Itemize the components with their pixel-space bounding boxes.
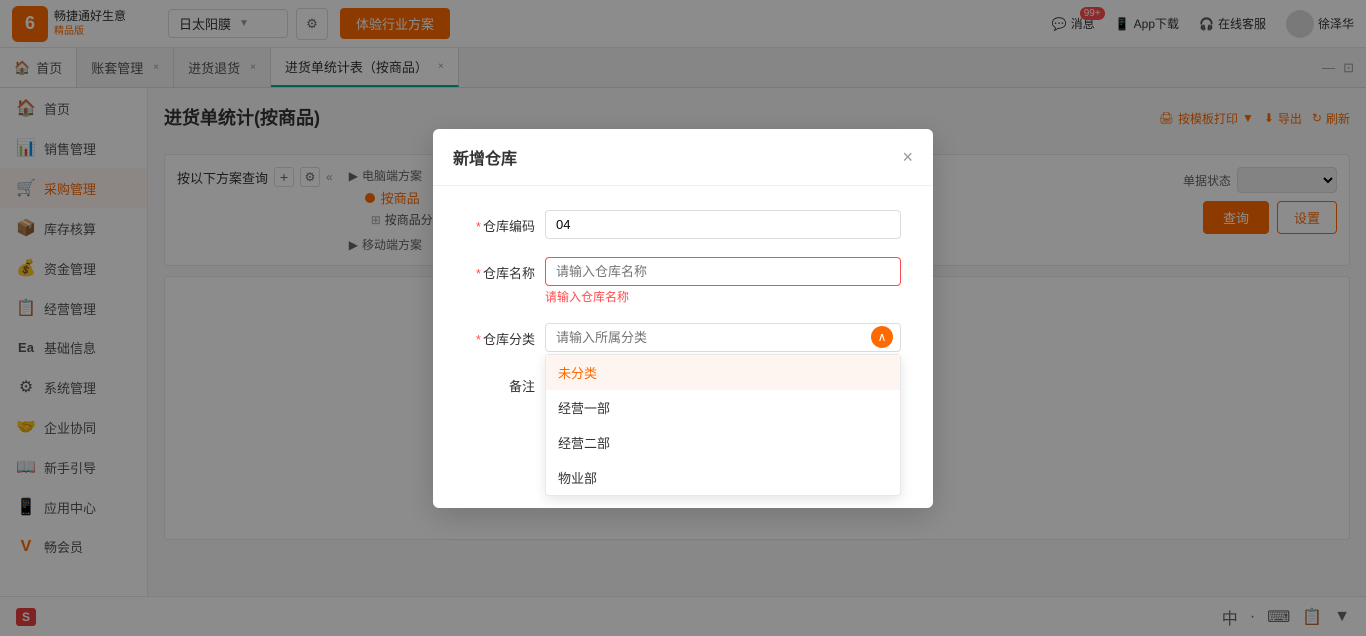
modal-title: 新增仓库	[453, 145, 517, 169]
warehouse-name-label: *仓库名称	[465, 257, 535, 282]
warehouse-name-input[interactable]	[545, 257, 901, 286]
dropdown-option-dept1[interactable]: 经营一部	[546, 390, 900, 425]
warehouse-code-content	[545, 210, 901, 239]
warehouse-category-label: *仓库分类	[465, 323, 535, 348]
warehouse-code-input[interactable]	[545, 210, 901, 239]
dropdown-option-dept2[interactable]: 经营二部	[546, 425, 900, 460]
modal-body: *仓库编码 *仓库名称 请输入仓库名称 *仓库分类	[433, 186, 933, 441]
modal-header: 新增仓库 ×	[433, 129, 933, 186]
modal-close-button[interactable]: ×	[902, 148, 913, 166]
warehouse-name-field: *仓库名称 请输入仓库名称	[465, 257, 901, 305]
warehouse-name-content: 请输入仓库名称	[545, 257, 901, 305]
warehouse-code-field: *仓库编码	[465, 210, 901, 239]
warehouse-code-label: *仓库编码	[465, 210, 535, 235]
modal-overlay: 新增仓库 × *仓库编码 *仓库名称 请输入仓库名称	[0, 0, 1366, 636]
category-dropdown-arrow[interactable]: ∧	[871, 326, 893, 348]
category-dropdown-list: 未分类 经营一部 经营二部 物业部	[545, 354, 901, 496]
warehouse-name-error: 请输入仓库名称	[545, 288, 901, 305]
dropdown-option-uncategorized[interactable]: 未分类	[546, 355, 900, 390]
modal-new-warehouse: 新增仓库 × *仓库编码 *仓库名称 请输入仓库名称	[433, 129, 933, 508]
warehouse-category-content: ∧ 未分类 经营一部 经营二部 物业部	[545, 323, 901, 352]
dropdown-option-dept3[interactable]: 物业部	[546, 460, 900, 495]
warehouse-note-label: 备注	[465, 370, 535, 395]
warehouse-category-field: *仓库分类 ∧ 未分类 经营一部 经营二部 物业部	[465, 323, 901, 352]
warehouse-category-input[interactable]	[545, 323, 901, 352]
